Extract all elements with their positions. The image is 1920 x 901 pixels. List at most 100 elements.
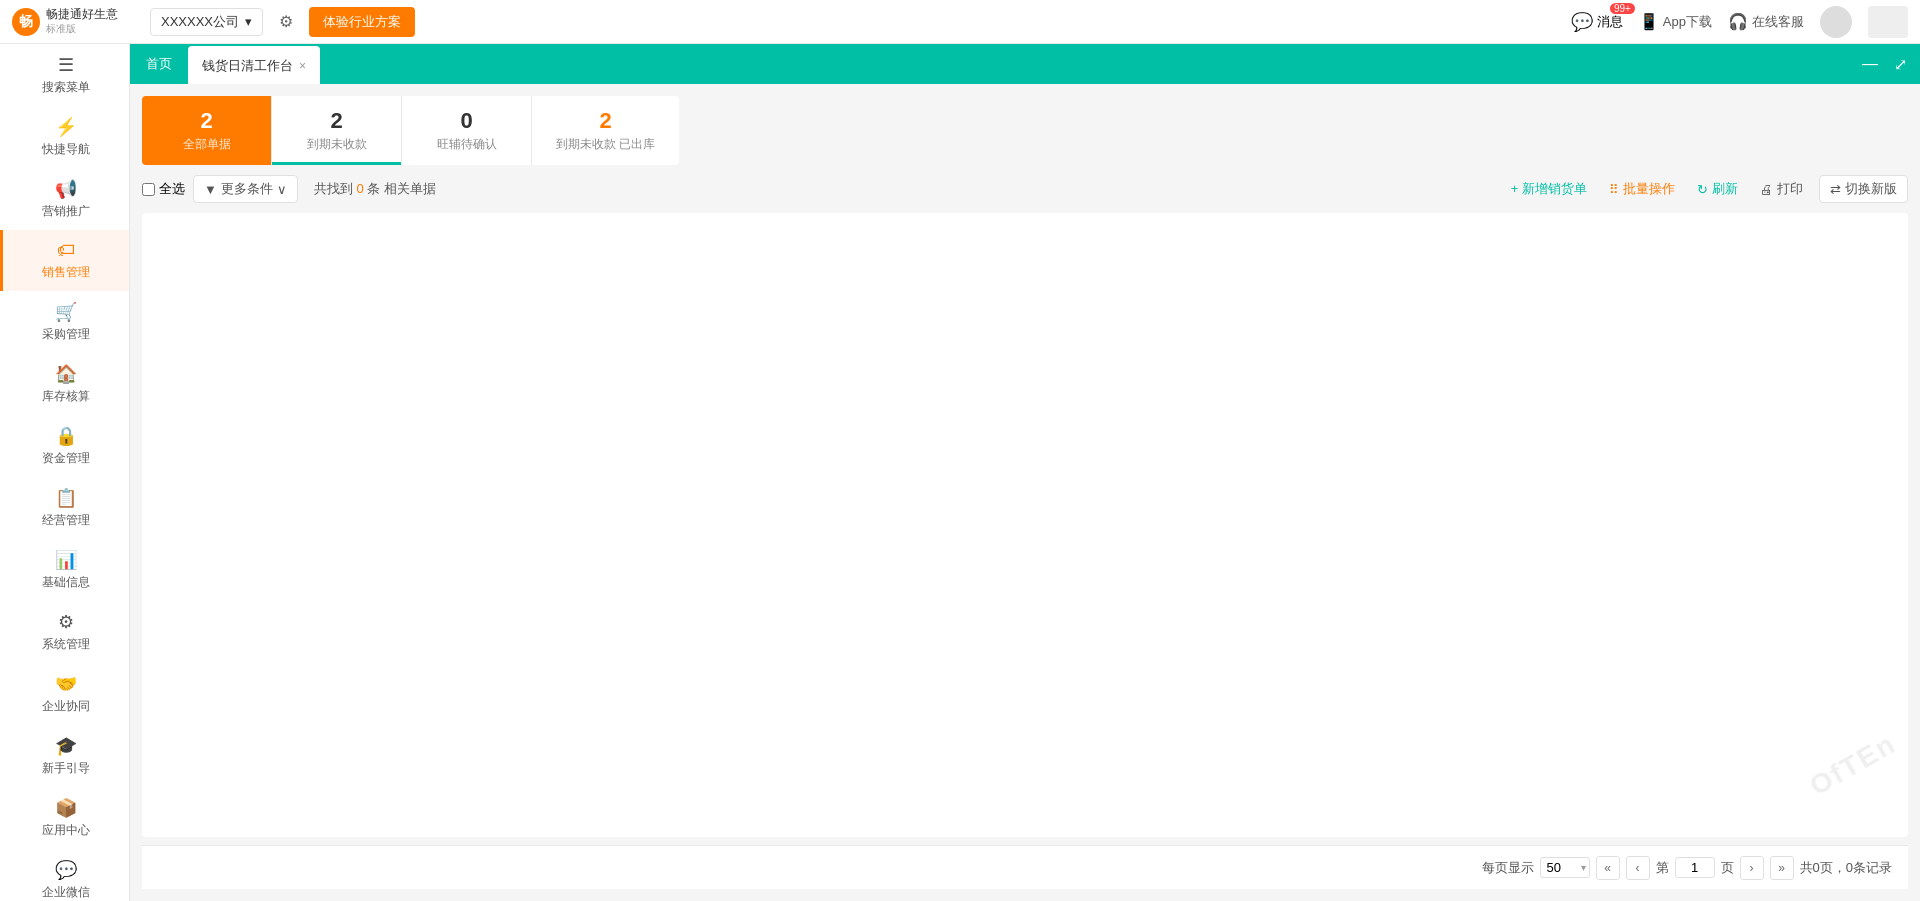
pagination: 每页显示 50 10 20 100 « ‹ 第 页 › » 共0页，0条记录	[142, 845, 1908, 889]
print-button[interactable]: 🖨 打印	[1754, 176, 1809, 202]
batch-label: 批量操作	[1623, 180, 1675, 198]
toolbar-right: + 新增销货单 ⠿ 批量操作 ↻ 刷新 🖨 打印 ⇄	[1505, 175, 1908, 203]
sales-icon: 🏷	[57, 240, 75, 261]
sidebar-label-guide: 新手引导	[42, 760, 90, 777]
new-order-button[interactable]: + 新增销货单	[1505, 176, 1593, 202]
sidebar-item-finance[interactable]: 🔒 资金管理	[0, 415, 129, 477]
user-avatar[interactable]	[1820, 6, 1852, 38]
settings-button[interactable]: ⚙	[271, 7, 301, 37]
sidebar-item-marketing[interactable]: 📢 营销推广	[0, 168, 129, 230]
sidebar-item-enterprise[interactable]: 🤝 企业协同	[0, 663, 129, 725]
purchase-icon: 🛒	[55, 301, 77, 323]
page-suffix: 页	[1721, 859, 1734, 877]
sidebar-label-inventory: 库存核算	[42, 388, 90, 405]
page-size-select[interactable]: 50 10 20 100	[1540, 857, 1590, 878]
sidebar-label-operations: 经营管理	[42, 512, 90, 529]
stat-number-pending: 0	[426, 108, 507, 134]
stat-card-shipped[interactable]: 2 到期未收款 已出库	[532, 96, 679, 165]
tab-minimize-btn[interactable]: —	[1858, 52, 1882, 76]
online-service-btn[interactable]: 🎧 在线客服	[1728, 12, 1804, 31]
stat-card-pending[interactable]: 0 旺辅待确认	[402, 96, 532, 165]
select-all-checkbox[interactable]: 全选	[142, 180, 185, 198]
refresh-button[interactable]: ↻ 刷新	[1691, 176, 1744, 202]
sidebar-label-search: 搜索菜单	[42, 79, 90, 96]
next-page-btn[interactable]: ›	[1740, 856, 1764, 880]
sidebar-item-operations[interactable]: 📋 经营管理	[0, 477, 129, 539]
message-label: 消息	[1597, 13, 1623, 31]
trial-button[interactable]: 体验行业方案	[309, 7, 415, 37]
logo-area: 畅 畅捷通好生意 标准版	[12, 7, 142, 37]
quick-nav-icon: ⚡	[55, 116, 77, 138]
message-badge: 99+	[1610, 3, 1635, 14]
tab-close-icon[interactable]: ×	[299, 59, 306, 73]
sidebar: ☰ 搜索菜单 ⚡ 快捷导航 📢 营销推广 🏷 销售管理 🛒 采购管理 🏠 库存核…	[0, 44, 130, 901]
stat-number-all: 2	[166, 108, 247, 134]
page-content: 2 全部单据 2 到期未收款 0 旺辅待确认 2 到期未收款 已出库	[130, 84, 1920, 901]
first-page-btn[interactable]: «	[1596, 856, 1620, 880]
last-page-btn[interactable]: »	[1770, 856, 1794, 880]
top-header: 畅 畅捷通好生意 标准版 XXXXXX公司 ▾ ⚙ 体验行业方案 💬 消息 99…	[0, 0, 1920, 44]
message-area[interactable]: 💬 消息 99+	[1571, 11, 1623, 33]
sidebar-item-wechat[interactable]: 💬 企业微信	[0, 849, 129, 901]
tab-active-label: 钱货日清工作台	[202, 57, 293, 75]
tab-home[interactable]: 首页	[130, 44, 188, 84]
page-label: 第	[1656, 859, 1669, 877]
marketing-icon: 📢	[55, 178, 77, 200]
stat-card-all[interactable]: 2 全部单据	[142, 96, 272, 165]
user-name-area[interactable]	[1868, 6, 1908, 38]
inventory-icon: 🏠	[55, 363, 77, 385]
stats-row: 2 全部单据 2 到期未收款 0 旺辅待确认 2 到期未收款 已出库	[142, 96, 679, 165]
sidebar-label-sales: 销售管理	[42, 264, 90, 281]
filter-label: 更多条件	[221, 180, 273, 198]
stat-label-shipped: 到期未收款 已出库	[556, 136, 655, 153]
guide-icon: 🎓	[55, 735, 77, 757]
sidebar-label-enterprise: 企业协同	[42, 698, 90, 715]
switch-version-button[interactable]: ⇄ 切换新版	[1819, 175, 1908, 203]
sidebar-item-guide[interactable]: 🎓 新手引导	[0, 725, 129, 787]
sidebar-item-base-info[interactable]: 📊 基础信息	[0, 539, 129, 601]
prev-page-btn[interactable]: ‹	[1626, 856, 1650, 880]
sidebar-item-search[interactable]: ☰ 搜索菜单	[0, 44, 129, 106]
sidebar-label-base-info: 基础信息	[42, 574, 90, 591]
select-all-label: 全选	[159, 180, 185, 198]
stat-label-overdue: 到期未收款	[296, 136, 377, 153]
toolbar: 全选 ▼ 更多条件 ∨ 共找到 0 条 相关单据 + 新增销货单	[142, 165, 1908, 213]
sidebar-label-quick-nav: 快捷导航	[42, 141, 90, 158]
switch-icon: ⇄	[1830, 182, 1841, 197]
tab-active[interactable]: 钱货日清工作台 ×	[188, 46, 320, 86]
batch-operation-button[interactable]: ⠿ 批量操作	[1603, 176, 1681, 202]
app-download-label: App下载	[1663, 13, 1712, 31]
app-center-icon: 📦	[55, 797, 77, 819]
stat-number-shipped: 2	[556, 108, 655, 134]
sidebar-label-system: 系统管理	[42, 636, 90, 653]
stat-number-overdue: 2	[296, 108, 377, 134]
sidebar-label-purchase: 采购管理	[42, 326, 90, 343]
company-selector[interactable]: XXXXXX公司 ▾	[150, 8, 263, 36]
sidebar-label-wechat: 企业微信	[42, 884, 90, 901]
base-info-icon: 📊	[55, 549, 77, 571]
total-text: 共0页，0条记录	[1800, 859, 1892, 877]
table-empty-message	[142, 213, 1908, 837]
wechat-icon: 💬	[55, 859, 77, 881]
search-icon: ☰	[58, 54, 74, 76]
sidebar-label-app-center: 应用中心	[42, 822, 90, 839]
app-download-btn[interactable]: 📱 App下载	[1639, 12, 1712, 31]
service-icon: 🎧	[1728, 12, 1748, 31]
sidebar-item-app-center[interactable]: 📦 应用中心	[0, 787, 129, 849]
filter-button[interactable]: ▼ 更多条件 ∨	[193, 175, 298, 203]
tab-expand-btn[interactable]: ⤢	[1888, 52, 1912, 76]
main-layout: ☰ 搜索菜单 ⚡ 快捷导航 📢 营销推广 🏷 销售管理 🛒 采购管理 🏠 库存核…	[0, 44, 1920, 901]
stat-card-overdue[interactable]: 2 到期未收款	[272, 96, 402, 165]
sidebar-item-inventory[interactable]: 🏠 库存核算	[0, 353, 129, 415]
select-all-input[interactable]	[142, 183, 155, 196]
sidebar-item-quick-nav[interactable]: ⚡ 快捷导航	[0, 106, 129, 168]
sidebar-item-sales[interactable]: 🏷 销售管理	[0, 230, 129, 291]
online-service-label: 在线客服	[1752, 13, 1804, 31]
logo-icon: 畅	[12, 8, 40, 36]
dropdown-icon: ▾	[245, 14, 252, 29]
tab-bar-right: — ⤢	[1858, 52, 1920, 76]
sidebar-item-purchase[interactable]: 🛒 采购管理	[0, 291, 129, 353]
sidebar-item-system[interactable]: ⚙ 系统管理	[0, 601, 129, 663]
header-right: 💬 消息 99+ 📱 App下载 🎧 在线客服	[1571, 6, 1908, 38]
page-input[interactable]	[1675, 857, 1715, 878]
